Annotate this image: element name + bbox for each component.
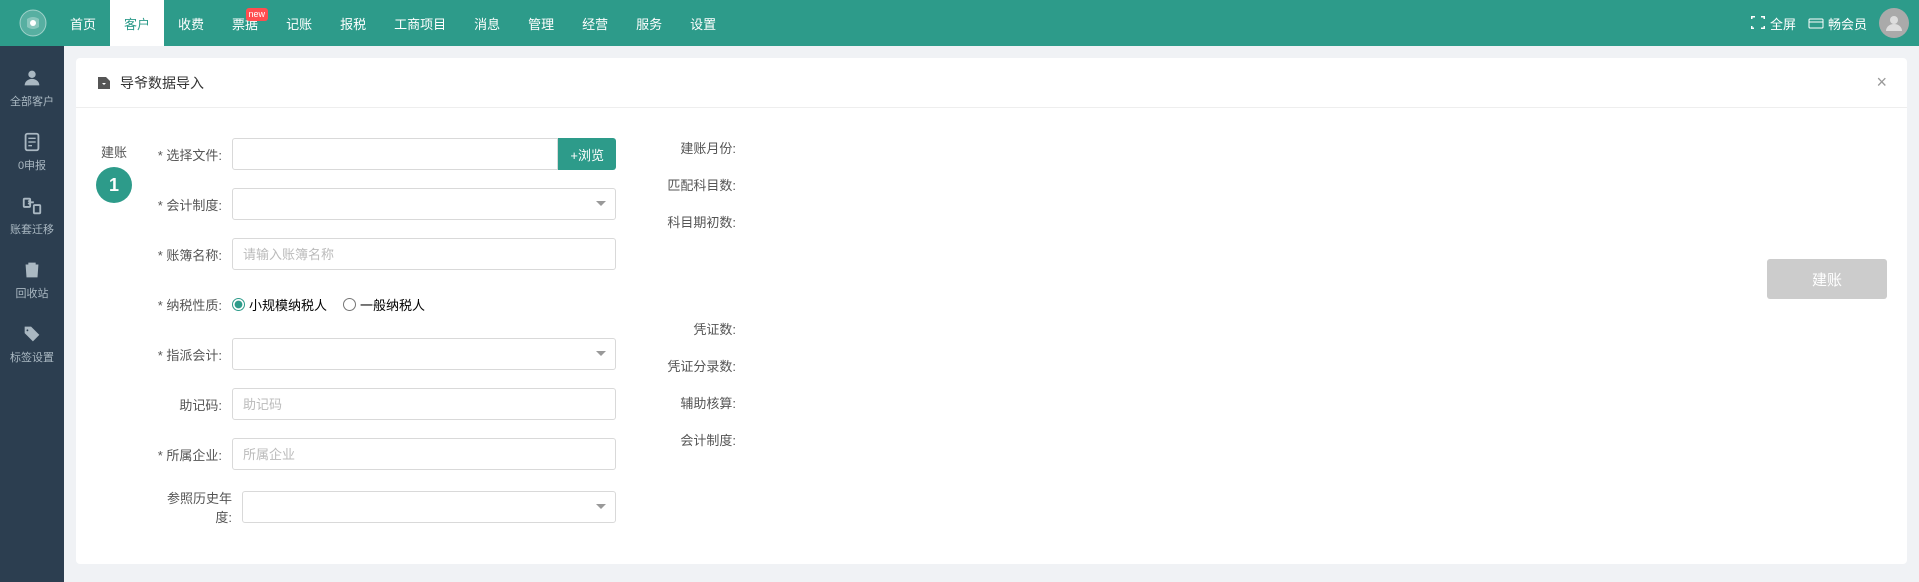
accountant-select[interactable] bbox=[232, 338, 616, 370]
match-subjects-row: 匹配科目数: bbox=[656, 175, 1887, 194]
form-area: 建账 1 * 选择文件: +浏览 bbox=[76, 108, 1907, 564]
ledger-name-input[interactable] bbox=[232, 238, 616, 270]
tax-general-option[interactable]: 一般纳税人 bbox=[343, 295, 425, 314]
panel-title: 导爷数据导入 bbox=[96, 73, 204, 93]
match-subjects-label: 匹配科目数: bbox=[656, 175, 746, 194]
vouchers-label: 凭证数: bbox=[656, 319, 746, 338]
user-icon bbox=[21, 67, 43, 89]
migrate-icon bbox=[21, 195, 43, 217]
tax-type-radio-group: 小规模纳税人 一般纳税人 bbox=[232, 288, 425, 320]
accounting-system-select[interactable] bbox=[232, 188, 616, 220]
file-input[interactable] bbox=[232, 138, 558, 170]
file-label: * 选择文件: bbox=[152, 145, 232, 164]
sidebar-item-recycle[interactable]: 回收站 bbox=[0, 248, 64, 312]
voucher-entries-row: 凭证分录数: bbox=[656, 356, 1887, 375]
sidebar-item-tag-settings[interactable]: 标签设置 bbox=[0, 312, 64, 376]
nav-account[interactable]: 记账 bbox=[272, 0, 326, 46]
accounting-system-label: * 会计制度: bbox=[152, 195, 232, 214]
fullscreen-btn[interactable]: 全屏 bbox=[1750, 14, 1796, 33]
nav-manage[interactable]: 管理 bbox=[514, 0, 568, 46]
nav-message[interactable]: 消息 bbox=[460, 0, 514, 46]
close-button[interactable]: × bbox=[1876, 72, 1887, 93]
month-label: 建账月份: bbox=[656, 138, 746, 157]
nav-business[interactable]: 工商项目 bbox=[380, 0, 460, 46]
nav-fee[interactable]: 收费 bbox=[164, 0, 218, 46]
subject-initial-label: 科目期初数: bbox=[656, 212, 746, 231]
month-row: 建账月份: bbox=[656, 138, 1887, 157]
sidebar-item-declaration[interactable]: 0申报 bbox=[0, 120, 64, 184]
subject-initial-row: 科目期初数: bbox=[656, 212, 1887, 231]
memo-code-row: 助记码: bbox=[152, 388, 616, 420]
step-section: 建账 1 * 选择文件: +浏览 bbox=[96, 138, 616, 544]
history-year-row: 参照历史年度: bbox=[152, 488, 616, 526]
browse-button[interactable]: +浏览 bbox=[558, 138, 616, 170]
top-navigation: 首页 客户 收费 票据 new 记账 报税 工商项目 消息 管理 经营 服务 设… bbox=[0, 0, 1919, 46]
voucher-entries-label: 凭证分录数: bbox=[656, 356, 746, 375]
tax-small-radio[interactable] bbox=[232, 298, 245, 311]
import-icon bbox=[96, 75, 112, 91]
nav-customer[interactable]: 客户 bbox=[110, 0, 164, 46]
company-label: * 所属企业: bbox=[152, 445, 232, 464]
history-year-select[interactable] bbox=[242, 491, 616, 523]
nav-service[interactable]: 服务 bbox=[622, 0, 676, 46]
nav-home[interactable]: 首页 bbox=[56, 0, 110, 46]
main-panel: 导爷数据导入 × 建账 1 * 选择文件: bbox=[76, 58, 1907, 564]
file-input-group: +浏览 bbox=[232, 138, 616, 170]
sidebar: 全部客户 0申报 账套迁移 回收站 标签设置 bbox=[0, 46, 64, 582]
form-fields: * 选择文件: +浏览 * 会计制度: bbox=[152, 138, 616, 544]
vouchers-row: 凭证数: bbox=[656, 319, 1887, 338]
auxiliary-row: 辅助核算: bbox=[656, 393, 1887, 412]
main-content: 导爷数据导入 × 建账 1 * 选择文件: bbox=[64, 46, 1919, 582]
nav-settings[interactable]: 设置 bbox=[676, 0, 730, 46]
file-icon bbox=[21, 131, 43, 153]
step-circle: 1 bbox=[96, 167, 132, 203]
invoice-new-badge: new bbox=[246, 8, 269, 21]
vip-btn[interactable]: 畅会员 bbox=[1808, 14, 1867, 33]
file-row: * 选择文件: +浏览 bbox=[152, 138, 616, 170]
ledger-name-label: * 账簿名称: bbox=[152, 245, 232, 264]
company-row: * 所属企业: bbox=[152, 438, 616, 470]
fullscreen-icon bbox=[1750, 15, 1766, 31]
accountant-label: * 指派会计: bbox=[152, 345, 232, 364]
accounting-system-right-row: 会计制度: bbox=[656, 430, 1887, 449]
auxiliary-label: 辅助核算: bbox=[656, 393, 746, 412]
nav-items: 首页 客户 收费 票据 new 记账 报税 工商项目 消息 管理 经营 服务 设… bbox=[56, 0, 1750, 46]
app-logo bbox=[10, 0, 56, 46]
form-left: 建账 1 * 选择文件: +浏览 bbox=[96, 138, 616, 544]
trash-icon bbox=[21, 259, 43, 281]
vip-icon bbox=[1808, 15, 1824, 31]
tax-general-radio[interactable] bbox=[343, 298, 356, 311]
history-year-label: 参照历史年度: bbox=[152, 488, 242, 526]
nav-tax[interactable]: 报税 bbox=[326, 0, 380, 46]
nav-operation[interactable]: 经营 bbox=[568, 0, 622, 46]
tax-type-row: * 纳税性质: 小规模纳税人 一般纳税人 bbox=[152, 288, 616, 320]
user-avatar[interactable] bbox=[1879, 8, 1909, 38]
tax-small-option[interactable]: 小规模纳税人 bbox=[232, 295, 327, 314]
accounting-system-row: * 会计制度: bbox=[152, 188, 616, 220]
build-account-button[interactable]: 建账 bbox=[1767, 259, 1887, 299]
sidebar-item-all-customers[interactable]: 全部客户 bbox=[0, 56, 64, 120]
memo-code-input[interactable] bbox=[232, 388, 616, 420]
nav-invoice[interactable]: 票据 new bbox=[218, 0, 272, 46]
ledger-name-row: * 账簿名称: bbox=[152, 238, 616, 270]
memo-code-label: 助记码: bbox=[152, 395, 232, 414]
sidebar-item-migrate[interactable]: 账套迁移 bbox=[0, 184, 64, 248]
accounting-system-right-label: 会计制度: bbox=[656, 430, 746, 449]
panel-header: 导爷数据导入 × bbox=[76, 58, 1907, 108]
tax-type-label: * 纳税性质: bbox=[152, 295, 232, 314]
accountant-row: * 指派会计: bbox=[152, 338, 616, 370]
form-right: 建账月份: 匹配科目数: 科目期初数: 建账 凭证数: bbox=[656, 138, 1887, 544]
step-label: 建账 bbox=[101, 142, 127, 161]
company-input[interactable] bbox=[232, 438, 616, 470]
tag-icon bbox=[21, 323, 43, 345]
nav-right: 全屏 畅会员 bbox=[1750, 8, 1909, 38]
